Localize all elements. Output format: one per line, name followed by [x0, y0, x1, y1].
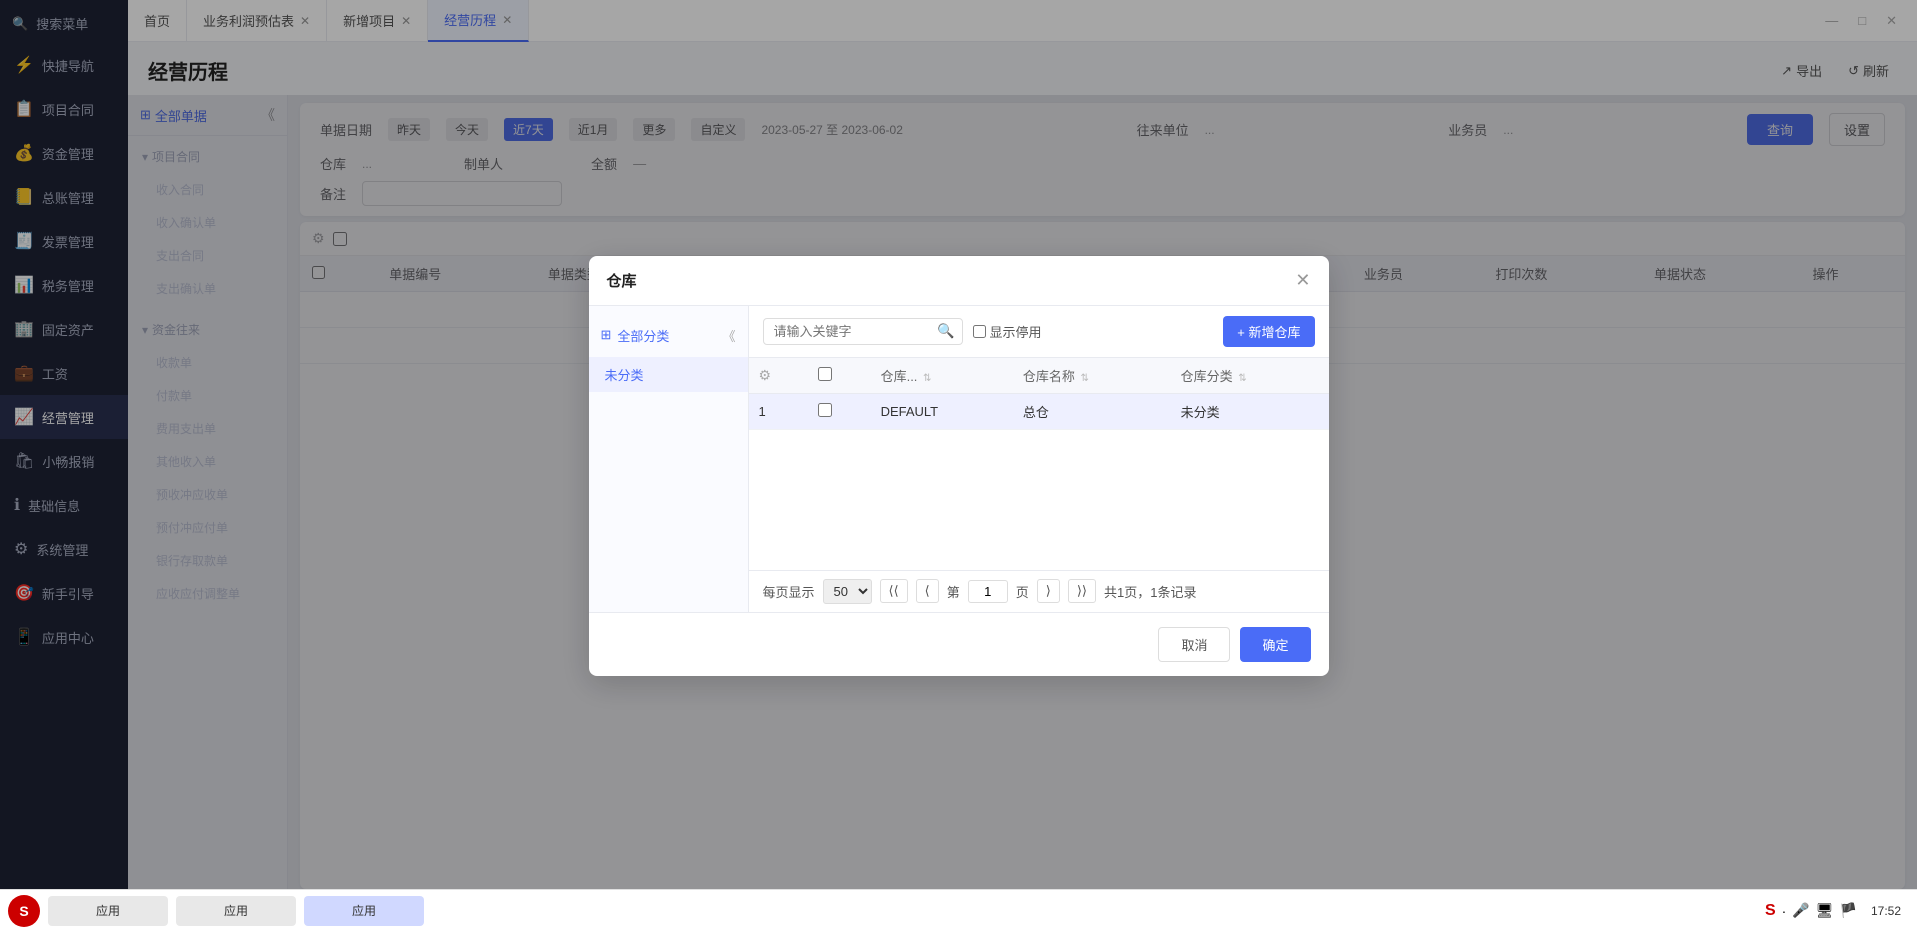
taskbar-app2[interactable]: 应用: [176, 896, 296, 926]
taskbar-s-icon: S: [1765, 902, 1776, 920]
taskbar-app3[interactable]: 应用: [304, 896, 424, 926]
taskbar-screen-icon: 🖥: [1816, 902, 1834, 919]
show-disabled-label[interactable]: 显示停用: [973, 322, 1042, 341]
modal-table-wrap: ⚙ 仓库... ⇅ 仓库名称: [749, 358, 1329, 570]
modal-per-page-select[interactable]: 50: [823, 579, 872, 604]
modal-search-input[interactable]: [763, 318, 963, 345]
modal-actions: 取消 确定: [589, 612, 1329, 676]
modal-col-name: 仓库名称 ⇅: [1013, 358, 1171, 394]
modal-all-category[interactable]: ⊞ 全部分类: [589, 318, 682, 353]
modal-page-label: 第: [947, 582, 960, 601]
taskbar-app1[interactable]: 应用: [48, 896, 168, 926]
modal-first-btn[interactable]: ⟨⟨: [880, 579, 908, 603]
row-category: 未分类: [1171, 393, 1329, 429]
row-checkbox[interactable]: [818, 403, 832, 417]
taskbar-icons: S · 🎤 🖥 🏴 17:52: [1765, 902, 1909, 920]
sort-icon-category: ⇅: [1238, 373, 1246, 384]
modal-header: 仓库 ✕: [589, 256, 1329, 306]
grid-icon-modal: ⊞: [601, 327, 612, 343]
modal-col-check: [808, 358, 870, 394]
modal-sidebar-collapse[interactable]: 《: [714, 322, 743, 349]
modal-overlay: 仓库 ✕ ⊞ 全部分类 《 未分类: [0, 0, 1917, 931]
taskbar: S 应用 应用 应用 S · 🎤 🖥 🏴 17:52: [0, 889, 1917, 931]
modal-page-input[interactable]: [968, 580, 1008, 603]
show-disabled-checkbox[interactable]: [973, 325, 986, 338]
modal-search-icon: 🔍: [937, 323, 954, 340]
modal-next-btn[interactable]: ⟩: [1037, 579, 1060, 603]
modal-per-page-label: 每页显示: [763, 582, 815, 601]
modal-col-category: 仓库分类 ⇅: [1171, 358, 1329, 394]
confirm-button[interactable]: 确定: [1240, 627, 1310, 662]
modal-page-end: 页: [1016, 582, 1029, 601]
row-gear: 1: [749, 393, 809, 429]
modal-footer-pagination: 每页显示 50 ⟨⟨ ⟨ 第 页 ⟩ ⟩⟩ 共1页，1条记录: [749, 570, 1329, 612]
taskbar-flag-icon: 🏴: [1840, 902, 1857, 919]
cancel-button[interactable]: 取消: [1158, 627, 1230, 662]
row-check[interactable]: [808, 393, 870, 429]
modal-last-btn[interactable]: ⟩⟩: [1068, 579, 1096, 603]
modal-body: ⊞ 全部分类 《 未分类 🔍: [589, 306, 1329, 612]
add-warehouse-btn[interactable]: + 新增仓库: [1223, 316, 1314, 347]
taskbar-start[interactable]: S: [8, 895, 40, 927]
sort-icon-code: ⇅: [923, 373, 931, 384]
table-row[interactable]: 1 DEFAULT 总仓 未分类: [749, 393, 1329, 429]
taskbar-mic-icon: 🎤: [1792, 902, 1809, 919]
modal-col-code: 仓库... ⇅: [871, 358, 1013, 394]
row-code: DEFAULT: [871, 393, 1013, 429]
modal-main: 🔍 显示停用 + 新增仓库 ⚙: [749, 306, 1329, 612]
modal-total: 共1页，1条记录: [1104, 582, 1196, 601]
modal-select-all[interactable]: [818, 367, 832, 381]
sort-icon-name: ⇅: [1080, 373, 1088, 384]
row-name: 总仓: [1013, 393, 1171, 429]
table-gear-icon[interactable]: ⚙: [759, 367, 772, 383]
modal-col-gear: ⚙: [749, 358, 809, 394]
modal-search-wrap: 🔍: [763, 318, 963, 345]
modal-title: 仓库: [607, 270, 637, 291]
warehouse-modal: 仓库 ✕ ⊞ 全部分类 《 未分类: [589, 256, 1329, 676]
modal-toolbar: 🔍 显示停用 + 新增仓库: [749, 306, 1329, 358]
taskbar-time: 17:52: [1863, 904, 1909, 918]
modal-table: ⚙ 仓库... ⇅ 仓库名称: [749, 358, 1329, 430]
modal-prev-btn[interactable]: ⟨: [916, 579, 939, 603]
modal-sidebar: ⊞ 全部分类 《 未分类: [589, 306, 749, 612]
modal-sidebar-uncategorized[interactable]: 未分类: [589, 357, 748, 392]
taskbar-dot-icon: ·: [1782, 903, 1787, 919]
modal-close-btn[interactable]: ✕: [1295, 270, 1310, 291]
